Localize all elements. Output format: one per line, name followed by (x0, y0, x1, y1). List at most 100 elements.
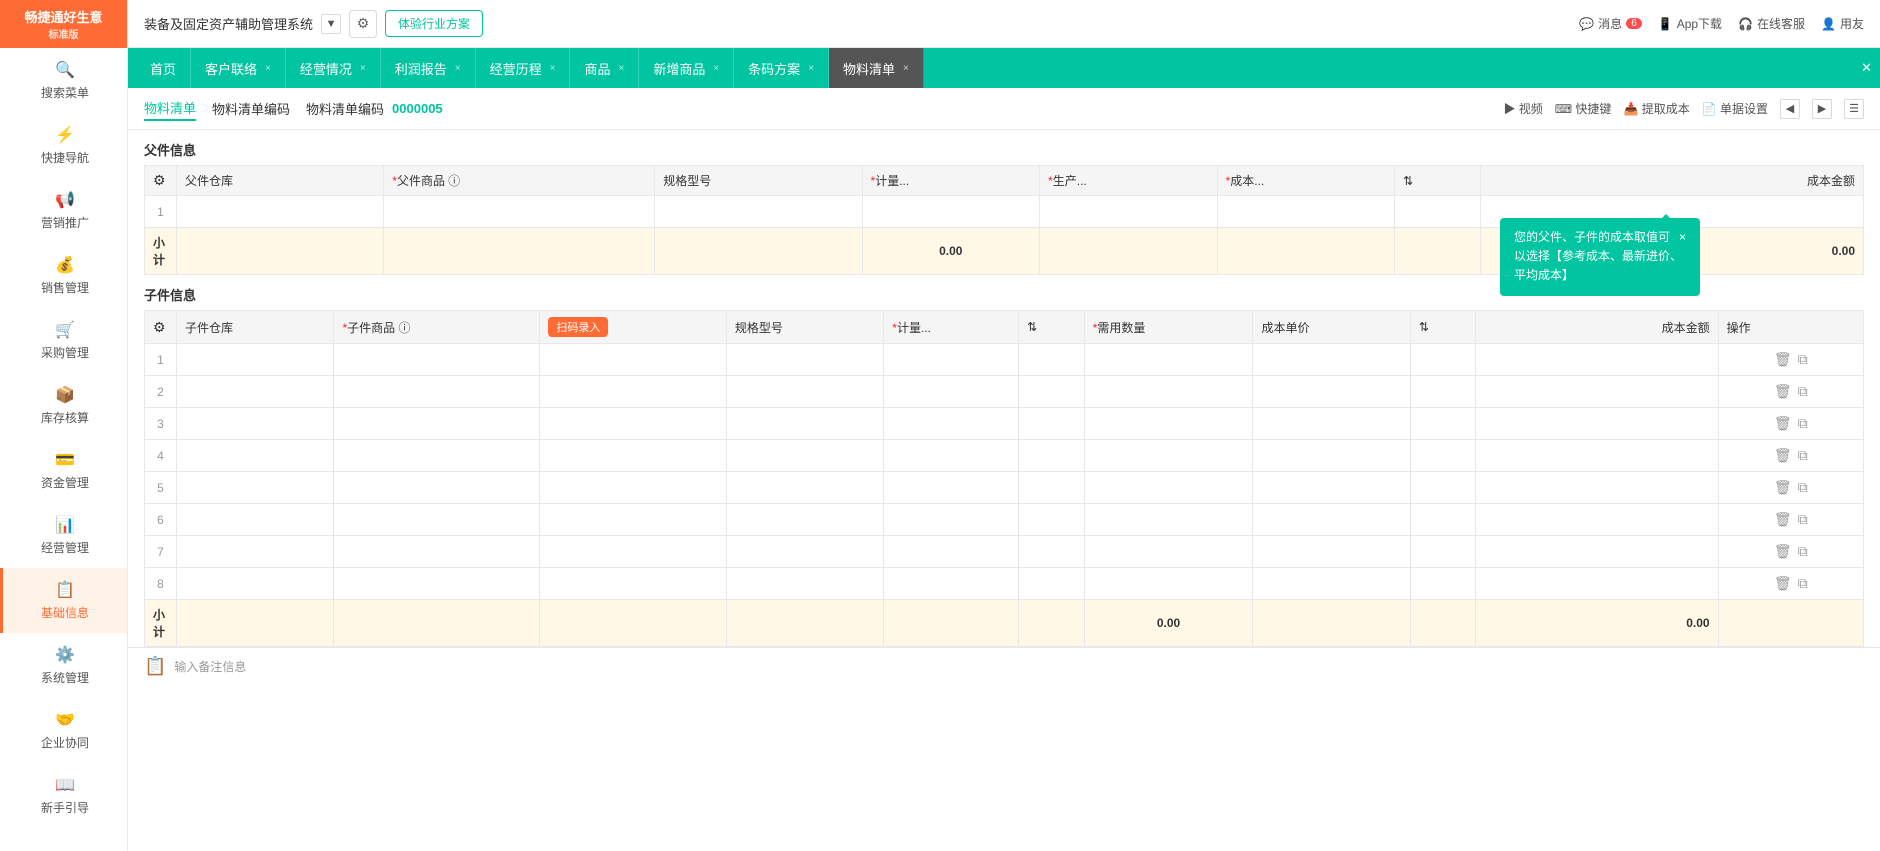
cell-child-product[interactable] (334, 504, 540, 536)
col-gear-child[interactable]: ⚙ (145, 311, 177, 344)
delete-icon[interactable]: 🗑 (1774, 575, 1792, 592)
cell-child-product[interactable] (334, 408, 540, 440)
user-btn[interactable]: 👤 用友 (1821, 15, 1864, 32)
cell-required-qty[interactable] (1084, 344, 1253, 376)
cell-child-unit[interactable] (884, 408, 1019, 440)
prev-btn[interactable]: ◀ (1780, 99, 1800, 119)
experience-button[interactable]: 体验行业方案 (385, 10, 483, 37)
sidebar-item-basic[interactable]: 📋 基础信息 (0, 568, 127, 633)
copy-icon[interactable]: ⧉ (1798, 543, 1808, 560)
cell-required-qty[interactable] (1084, 408, 1253, 440)
cell-unit-cost[interactable] (1253, 504, 1410, 536)
tab-bom[interactable]: 物料清单 × (829, 48, 924, 88)
col-gear-parent[interactable]: ⚙ (145, 166, 177, 196)
sidebar-item-purchase[interactable]: 🛒 采购管理 (0, 308, 127, 373)
cell-spec[interactable] (655, 196, 862, 228)
system-dropdown-btn[interactable]: ▼ (321, 14, 341, 34)
cell-required-qty[interactable] (1084, 536, 1253, 568)
cell-child-product[interactable] (334, 376, 540, 408)
cell-unit-cost[interactable] (1253, 408, 1410, 440)
cell-child-product[interactable] (334, 568, 540, 600)
tab-home[interactable]: 首页 (136, 48, 191, 88)
delete-icon[interactable]: 🗑 (1774, 383, 1792, 400)
tab-history[interactable]: 经营历程 × (476, 48, 571, 88)
cell-child-warehouse[interactable] (177, 568, 334, 600)
close-icon[interactable]: × (360, 63, 366, 74)
cell-unit-cost[interactable] (1253, 568, 1410, 600)
delete-icon[interactable]: 🗑 (1774, 415, 1792, 432)
cell-required-qty[interactable] (1084, 376, 1253, 408)
cell-child-spec[interactable] (726, 376, 883, 408)
close-icon[interactable]: × (808, 63, 814, 74)
sidebar-item-quicknav[interactable]: ⚡ 快捷导航 (0, 113, 127, 178)
cell-child-spec[interactable] (726, 504, 883, 536)
list-view-btn[interactable]: ☰ (1844, 99, 1864, 119)
close-icon[interactable]: × (903, 63, 909, 74)
cell-child-unit[interactable] (884, 440, 1019, 472)
scan-button[interactable]: 扫码录入 (548, 317, 608, 337)
cell-child-spec[interactable] (726, 568, 883, 600)
delete-icon[interactable]: 🗑 (1774, 511, 1792, 528)
cell-unit-cost[interactable] (1253, 536, 1410, 568)
cell-required-qty[interactable] (1084, 472, 1253, 504)
cell-parent-warehouse[interactable] (177, 196, 384, 228)
cell-child-unit[interactable] (884, 376, 1019, 408)
next-btn[interactable]: ▶ (1812, 99, 1832, 119)
tooltip-close-btn[interactable]: × (1679, 228, 1686, 247)
close-icon[interactable]: × (618, 63, 624, 74)
cell-parent-product[interactable] (384, 196, 655, 228)
cell-required-qty[interactable] (1084, 440, 1253, 472)
cell-required-qty[interactable] (1084, 568, 1253, 600)
cell-child-unit[interactable] (884, 344, 1019, 376)
sidebar-item-search[interactable]: 🔍 搜索菜单 (0, 48, 127, 113)
cell-child-spec[interactable] (726, 440, 883, 472)
delete-icon[interactable]: 🗑 (1774, 351, 1792, 368)
tab-business[interactable]: 经营情况 × (286, 48, 381, 88)
sidebar-item-guide[interactable]: 📖 新手引导 (0, 763, 127, 828)
cell-child-spec[interactable] (726, 344, 883, 376)
cell-child-product[interactable] (334, 344, 540, 376)
action-video[interactable]: ▶ 视频 (1503, 100, 1542, 117)
cell-production[interactable] (1040, 196, 1218, 228)
delete-icon[interactable]: 🗑 (1774, 543, 1792, 560)
cell-child-unit[interactable] (884, 536, 1019, 568)
online-service-btn[interactable]: 🎧 在线客服 (1738, 15, 1805, 32)
copy-icon[interactable]: ⧉ (1798, 415, 1808, 432)
sidebar-item-operations[interactable]: 📊 经营管理 (0, 503, 127, 568)
cell-child-warehouse[interactable] (177, 504, 334, 536)
cell-child-warehouse[interactable] (177, 440, 334, 472)
sidebar-item-marketing[interactable]: 📢 营销推广 (0, 178, 127, 243)
cell-child-spec[interactable] (726, 472, 883, 504)
sidebar-item-system[interactable]: ⚙️ 系统管理 (0, 633, 127, 698)
messages-btn[interactable]: 💬 消息 6 (1579, 15, 1642, 32)
cell-child-product[interactable] (334, 440, 540, 472)
sidebar-item-enterprise[interactable]: 🤝 企业协同 (0, 698, 127, 763)
cell-child-unit[interactable] (884, 472, 1019, 504)
tab-customer[interactable]: 客户联络 × (191, 48, 286, 88)
cell-child-warehouse[interactable] (177, 408, 334, 440)
copy-icon[interactable]: ⧉ (1798, 351, 1808, 368)
cell-child-product[interactable] (334, 472, 540, 504)
sidebar-item-sales[interactable]: 💰 销售管理 (0, 243, 127, 308)
tab-product[interactable]: 商品 × (570, 48, 639, 88)
subtab-bom-code[interactable]: 物料清单编码 (212, 97, 290, 120)
action-cost[interactable]: 📥 提取成本 (1623, 100, 1689, 117)
action-settings[interactable]: 📄 单据设置 (1702, 100, 1768, 117)
cell-unit-cost[interactable] (1253, 344, 1410, 376)
cell-child-product[interactable] (334, 536, 540, 568)
close-icon[interactable]: × (265, 63, 271, 74)
cell-child-unit[interactable] (884, 504, 1019, 536)
cell-unit[interactable] (862, 196, 1040, 228)
close-icon[interactable]: × (550, 63, 556, 74)
action-shortcuts[interactable]: ⌨ 快捷键 (1555, 100, 1612, 117)
copy-icon[interactable]: ⧉ (1798, 479, 1808, 496)
cell-unit-cost[interactable] (1253, 472, 1410, 504)
subtab-bom-list[interactable]: 物料清单 (144, 96, 196, 121)
cell-child-warehouse[interactable] (177, 376, 334, 408)
copy-icon[interactable]: ⧉ (1798, 447, 1808, 464)
copy-icon[interactable]: ⧉ (1798, 575, 1808, 592)
cell-unit-cost[interactable] (1253, 440, 1410, 472)
sidebar-item-inventory[interactable]: 📦 库存核算 (0, 373, 127, 438)
close-all-btn[interactable]: ✕ (1861, 60, 1872, 76)
cell-child-spec[interactable] (726, 536, 883, 568)
